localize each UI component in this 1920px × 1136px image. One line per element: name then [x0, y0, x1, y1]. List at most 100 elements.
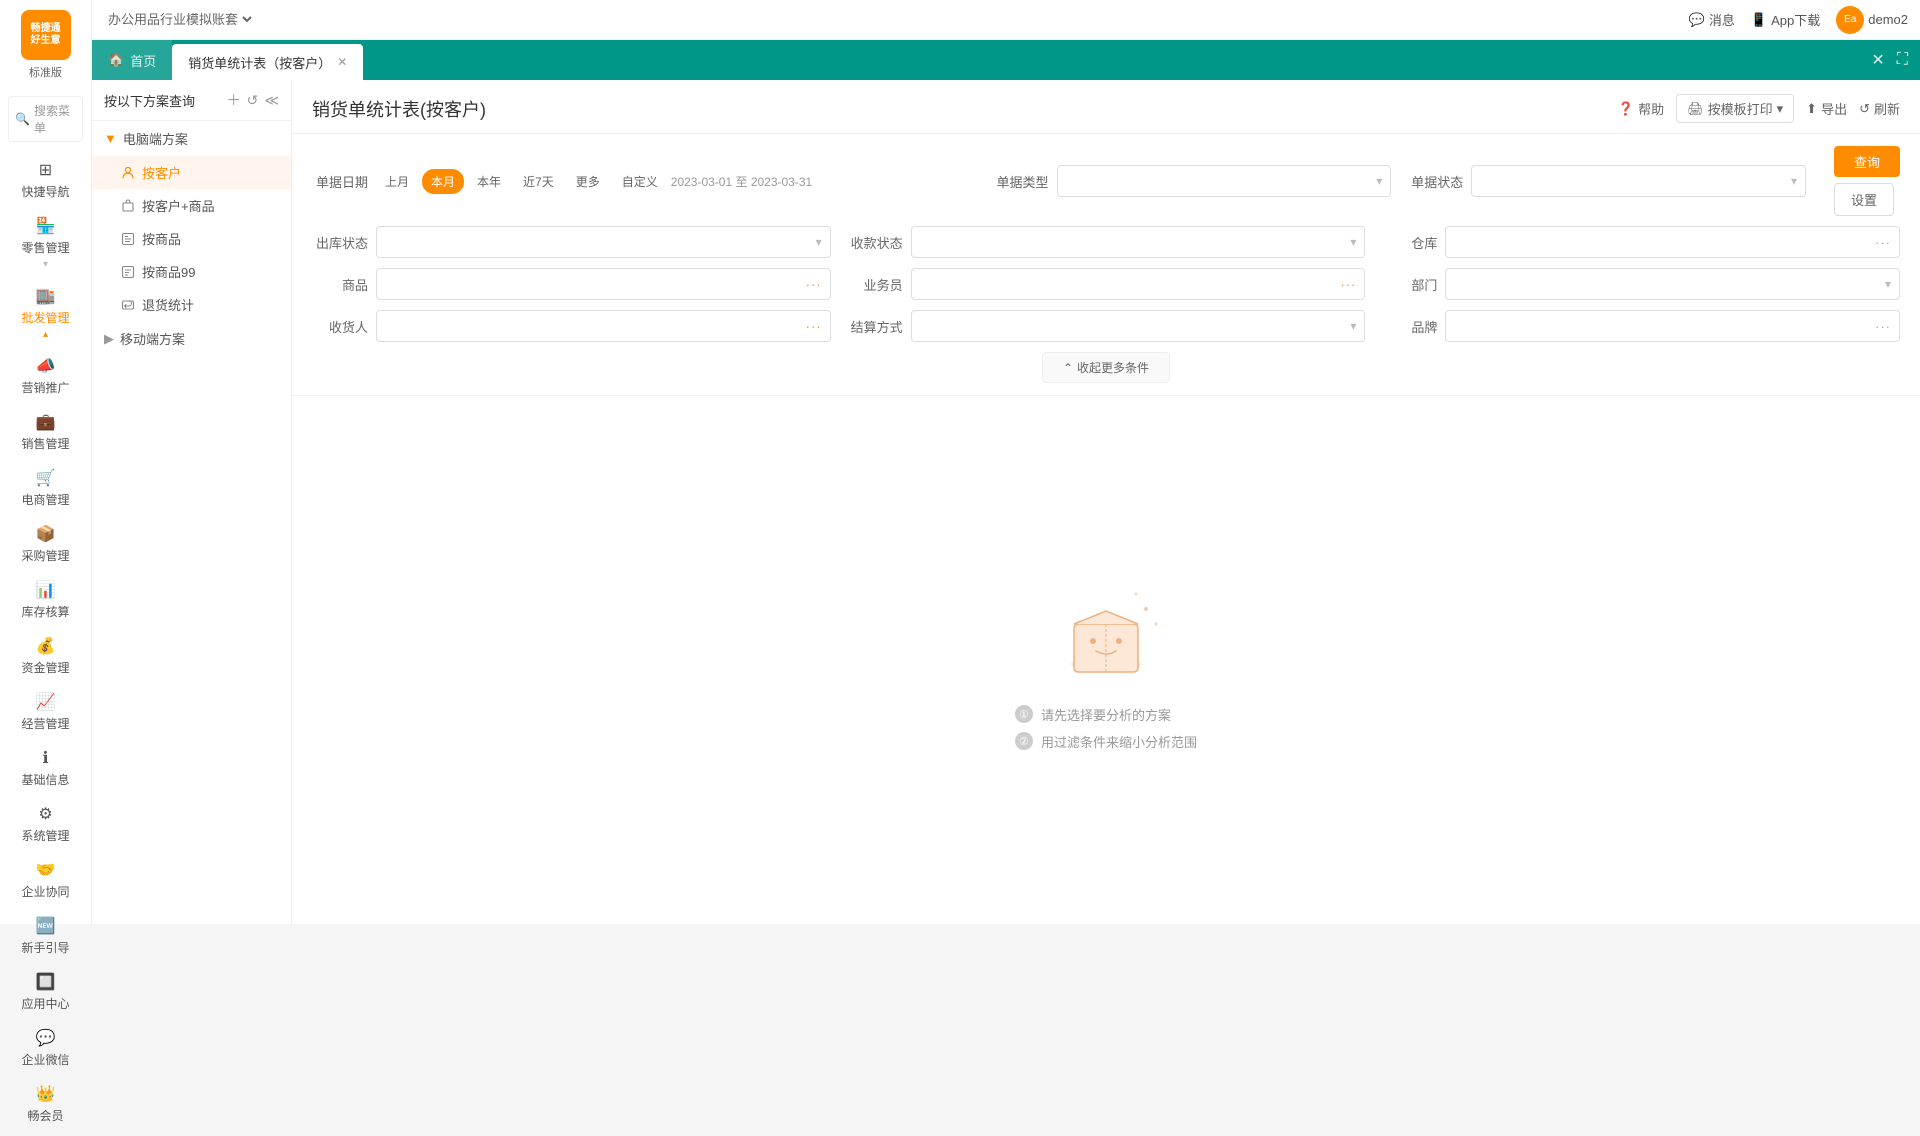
chevron-up-icon: ▴ [43, 329, 48, 340]
doc-type-select[interactable]: ▾ [1057, 165, 1392, 197]
app-download-action[interactable]: 📱 App下载 [1751, 10, 1820, 29]
sidebar-item-guide[interactable]: 🆕 新手引导 [0, 908, 91, 964]
date-btn-last-month[interactable]: 上月 [376, 169, 418, 194]
sidebar-item-label: 销售管理 [21, 435, 69, 452]
scheme-item-label: 按客户 [142, 163, 181, 182]
sidebar-item-operation[interactable]: 📈 经营管理 [0, 684, 91, 740]
help-action[interactable]: ❓ 帮助 [1618, 99, 1664, 118]
empty-illustration [1046, 569, 1166, 689]
date-btn-this-month[interactable]: 本月 [422, 169, 464, 194]
tab-home[interactable]: 🏠 首页 [92, 40, 172, 80]
refresh-action[interactable]: ↺ 刷新 [1859, 99, 1900, 118]
sidebar-item-label: 经营管理 [21, 715, 69, 732]
date-btn-custom[interactable]: 自定义 [613, 169, 667, 194]
consignee-select[interactable]: ··· [376, 310, 831, 342]
payment-select[interactable]: ▾ [911, 310, 1366, 342]
purchase-icon: 📦 [36, 524, 56, 544]
sidebar-item-quick-nav[interactable]: ⊞ 快捷导航 [0, 152, 91, 208]
scheme-item-return[interactable]: 退货统计 [92, 288, 291, 321]
sidebar-item-retail[interactable]: 🏪 零售管理 ▾ [0, 208, 91, 278]
date-btn-more[interactable]: 更多 [567, 169, 609, 194]
scheme-group-mobile-header[interactable]: ▶ 移动端方案 [92, 321, 291, 356]
tab-sales-stat[interactable]: 销货单统计表（按客户） ✕ [172, 44, 363, 80]
sales-icon: 💼 [36, 412, 56, 432]
scheme-item-goods99[interactable]: 按商品99 [92, 255, 291, 288]
sidebar-item-purchase[interactable]: 📦 采购管理 [0, 516, 91, 572]
date-btn-this-year[interactable]: 本年 [468, 169, 510, 194]
sidebar-item-cooperation[interactable]: 🤝 企业协同 [0, 852, 91, 908]
print-icon: 🖨 [1687, 101, 1704, 117]
add-scheme-icon[interactable]: ＋ [227, 90, 241, 110]
sidebar-item-finance[interactable]: 💰 资金管理 [0, 628, 91, 684]
search-label: 搜索菜单 [34, 102, 76, 136]
help-label: 帮助 [1638, 99, 1664, 118]
scheme-item-customer-goods[interactable]: 按客户+商品 [92, 189, 291, 222]
collapse-panel-icon[interactable]: ≪ [264, 92, 279, 109]
date-btn-7days[interactable]: 近7天 [514, 169, 563, 194]
filter-salesperson-item: 业务员 ··· [847, 268, 1366, 300]
user-action[interactable]: Ea demo2 [1836, 6, 1908, 34]
collapse-button[interactable]: ⌃ 收起更多条件 [1042, 352, 1170, 383]
tab-close-window-action[interactable]: ✕ [1867, 46, 1888, 74]
salesperson-label: 业务员 [847, 275, 903, 294]
export-action[interactable]: ⬆ 导出 [1806, 99, 1847, 118]
sidebar-item-label: 基础信息 [21, 771, 69, 788]
filter-goods-item: 商品 ··· [312, 268, 831, 300]
sidebar-item-wholesale[interactable]: 🏬 批发管理 ▴ [0, 278, 91, 348]
breadcrumb-select[interactable]: 办公用品行业模拟账套 [104, 11, 255, 28]
appstore-icon: 🔲 [36, 972, 56, 992]
doc-status-label: 单据状态 [1407, 172, 1463, 191]
sidebar-nav: ⊞ 快捷导航 🏪 零售管理 ▾ 🏬 批发管理 ▴ 📣 营销推广 💼 销售管理 🛒… [0, 148, 91, 1136]
empty-tip-2-text: 用过滤条件来缩小分析范围 [1041, 732, 1197, 751]
receipt-status-select[interactable]: ▾ [911, 226, 1366, 258]
doc-status-select[interactable]: ▾ [1471, 165, 1806, 197]
sidebar-item-inventory[interactable]: 📊 库存核算 [0, 572, 91, 628]
tab-close-icon[interactable]: ✕ [337, 55, 347, 69]
scheme-item-by-customer[interactable]: 按客户 [92, 156, 291, 189]
scheme-item-by-goods[interactable]: 按商品 [92, 222, 291, 255]
sidebar-item-system[interactable]: ⚙ 系统管理 [0, 796, 91, 852]
messages-label: 消息 [1709, 10, 1735, 29]
settings-button[interactable]: 设置 [1834, 183, 1894, 216]
chevron-down-icon: ▾ [1376, 174, 1382, 188]
goods-select[interactable]: ··· [376, 268, 831, 300]
messages-action[interactable]: 💬 消息 [1689, 10, 1735, 29]
print-button[interactable]: 🖨 按模板打印 ▾ [1676, 94, 1794, 123]
scheme-item-label: 退货统计 [142, 295, 194, 314]
sidebar-item-label: 畅会员 [27, 1107, 63, 1124]
logo[interactable]: 畅捷通好生意 标准版 [0, 0, 91, 90]
cooperation-icon: 🤝 [36, 860, 56, 880]
sidebar-item-basic[interactable]: ℹ 基础信息 [0, 740, 91, 796]
warehouse-label: 仓库 [1381, 233, 1437, 252]
avatar: Ea [1836, 6, 1864, 34]
brand-select[interactable]: ··· [1445, 310, 1900, 342]
query-button[interactable]: 查询 [1834, 146, 1900, 177]
warehouse-select[interactable]: ··· [1445, 226, 1900, 258]
sidebar-item-appstore[interactable]: 🔲 应用中心 [0, 964, 91, 1020]
search-menu-button[interactable]: 🔍 搜索菜单 [8, 96, 83, 142]
filter-dept-item: 部门 ▾ [1381, 268, 1900, 300]
sidebar-item-weixin[interactable]: 💬 企业微信 [0, 1020, 91, 1076]
goods2-icon [120, 264, 136, 280]
sidebar-item-member[interactable]: 👑 畅会员 [0, 1076, 91, 1132]
top-bar-actions: 💬 消息 📱 App下载 Ea demo2 [1689, 6, 1908, 34]
sidebar-item-sales[interactable]: 💼 销售管理 [0, 404, 91, 460]
group-arrow-icon: ▼ [104, 131, 117, 146]
salesperson-select[interactable]: ··· [911, 268, 1366, 300]
out-status-select[interactable]: ▾ [376, 226, 831, 258]
sidebar-item-marketing[interactable]: 📣 营销推广 [0, 348, 91, 404]
brand-label: 品牌 [1381, 317, 1437, 336]
tab-maximize-action[interactable]: ⛶ [1893, 47, 1912, 73]
date-quick-buttons: 上月 本月 本年 近7天 更多 自定义 [376, 169, 667, 194]
dots-icon: ··· [806, 319, 822, 334]
dept-select[interactable]: ▾ [1445, 268, 1900, 300]
sidebar-item-ecommerce[interactable]: 🛒 电商管理 [0, 460, 91, 516]
scheme-item-label: 按商品 [142, 229, 181, 248]
filter-out-status-item: 出库状态 ▾ [312, 226, 831, 258]
guide-icon: 🆕 [36, 916, 56, 936]
refresh-scheme-icon[interactable]: ↺ [247, 92, 259, 109]
empty-tip-1-text: 请先选择要分析的方案 [1041, 705, 1171, 724]
date-range-text: 2023-03-01 至 2023-03-31 [671, 173, 812, 190]
scheme-group-desktop-header[interactable]: ▼ 电脑端方案 [92, 121, 291, 156]
filter-payment-item: 结算方式 ▾ [847, 310, 1366, 342]
